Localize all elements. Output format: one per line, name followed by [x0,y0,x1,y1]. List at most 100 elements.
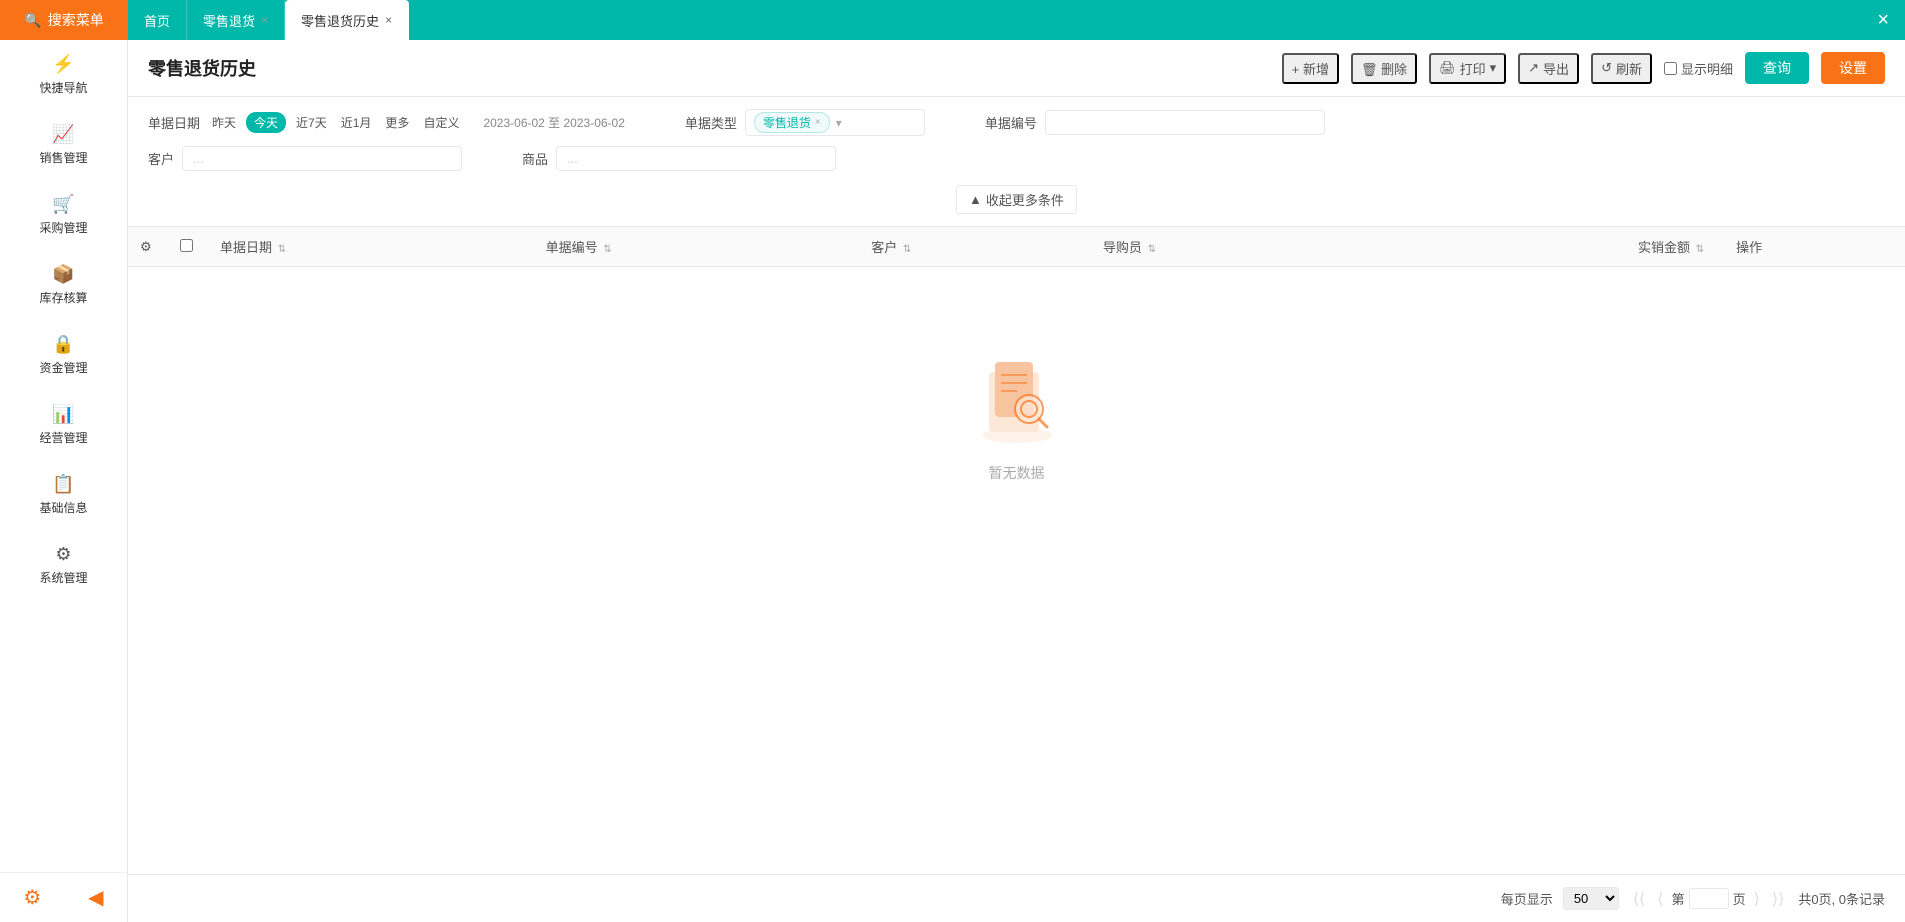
doc-no-filter: 单据编号 [985,110,1325,135]
goods-input[interactable]: ... [556,146,836,171]
sidebar-item-label-purchase: 采购管理 [39,219,87,236]
sidebar-item-quick-nav[interactable]: ⚡ 快捷导航 [0,40,127,110]
tab-retail-return-close[interactable]: × [261,13,268,27]
sidebar-item-label-sales: 销售管理 [39,149,87,166]
sys-mgmt-icon: ⚙ [55,544,71,565]
tab-home[interactable]: 首页 [128,0,187,40]
display-switch[interactable]: 显示明细 [1664,59,1733,78]
refresh-button[interactable]: ↺ 刷新 [1591,53,1652,84]
sidebar-item-label-capital: 资金管理 [39,359,87,376]
doc-type-filter: 单据类型 零售退货 × ▾ [685,109,925,136]
sidebar-item-purchase-mgmt[interactable]: 🛒 采购管理 [0,180,127,250]
date-opt-1month[interactable]: 近1月 [337,112,376,133]
th-doc-no[interactable]: 单据编号 ⇅ [534,227,860,267]
th-guide[interactable]: 导购员 ⇅ [1091,227,1370,267]
doc-type-input[interactable]: 零售退货 × ▾ [745,109,925,136]
date-range-display: 2023-06-02 至 2023-06-02 [483,114,624,131]
filter-row-1: 单据日期 昨天 今天 近7天 近1月 更多 自定义 2023-06-02 至 2… [148,109,1885,136]
page-label: 第 [1672,889,1685,908]
th-customer[interactable]: 客户 ⇅ [859,227,1091,267]
page-last-btn[interactable]: ⟩⟩ [1768,889,1788,909]
th-checkbox[interactable] [168,227,208,267]
th-doc-no-label: 单据编号 [546,240,598,255]
doc-type-label: 单据类型 [685,113,737,132]
sort-customer-icon: ⇅ [903,244,911,255]
capital-mgmt-icon: 🔒 [52,334,74,355]
page-input[interactable]: 1 [1689,888,1729,909]
sidebar-settings-icon[interactable]: ⚙ [23,885,41,910]
sidebar-item-label-basic: 基础信息 [39,499,87,516]
settings-icon[interactable]: ⚙ [140,239,152,254]
sidebar-item-sales-mgmt[interactable]: 📈 销售管理 [0,110,127,180]
th-amount[interactable]: 实销金额 ⇅ [1369,227,1724,267]
customer-input[interactable]: ... [182,146,462,171]
th-action: 操作 [1724,227,1905,267]
th-doc-date[interactable]: 单据日期 ⇅ [208,227,534,267]
content-area: 零售退货历史 + 新增 🗑 删除 🖨 打印 ▾ ↗ 导出 ↺ 刷新 [128,40,1905,922]
delete-button[interactable]: 🗑 删除 [1351,53,1417,84]
print-button[interactable]: 🖨 打印 ▾ [1429,53,1506,84]
page-suffix: 页 [1733,889,1746,908]
sort-doc-no-icon: ⇅ [603,244,611,255]
total-info: 共0页, 0条记录 [1798,889,1885,908]
date-opt-today[interactable]: 今天 [246,112,286,133]
th-guide-label: 导购员 [1103,240,1142,255]
tab-retail-return-history[interactable]: 零售退货历史 × [285,0,409,40]
date-opt-more[interactable]: 更多 [381,112,413,133]
date-opt-custom[interactable]: 自定义 [419,112,463,133]
sidebar-item-sys-mgmt[interactable]: ⚙ 系统管理 [0,530,127,600]
purchase-mgmt-icon: 🛒 [52,194,74,215]
th-settings[interactable]: ⚙ [128,227,168,267]
collapse-filter-btn[interactable]: ▲ 收起更多条件 [956,185,1077,214]
page-first-btn[interactable]: ⟨⟨ [1629,889,1649,909]
doc-type-tag-close[interactable]: × [815,117,821,128]
select-all-checkbox[interactable] [180,239,193,252]
goods-filter: 商品 ... [522,146,836,171]
page-nav: ⟨⟨ ⟨ 第 1 页 ⟩ ⟩⟩ [1629,888,1789,909]
search-menu-label: 搜索菜单 [48,10,104,30]
sales-mgmt-icon: 📈 [52,124,74,145]
set-button[interactable]: 设置 [1821,52,1885,84]
display-switch-checkbox[interactable] [1664,62,1677,75]
doc-type-tag: 零售退货 × [754,112,830,133]
export-button[interactable]: ↗ 导出 [1518,53,1579,84]
add-button[interactable]: + 新增 [1282,53,1339,84]
pagination: 每页显示 10 20 50 100 ⟨⟨ ⟨ 第 1 页 ⟩ ⟩⟩ 共0页, 0… [128,874,1905,922]
date-filter: 单据日期 昨天 今天 近7天 近1月 更多 自定义 [148,112,463,133]
sidebar-item-ops-mgmt[interactable]: 📊 经营管理 [0,390,127,460]
window-close-btn[interactable]: × [1877,9,1889,31]
sidebar-item-inventory[interactable]: 📦 库存核算 [0,250,127,320]
per-page-label: 每页显示 [1501,889,1553,908]
search-menu-btn[interactable]: 🔍 搜索菜单 [0,0,128,40]
page-header: 零售退货历史 + 新增 🗑 删除 🖨 打印 ▾ ↗ 导出 ↺ 刷新 [128,40,1905,97]
customer-label: 客户 [148,149,174,168]
date-opt-yesterday[interactable]: 昨天 [208,112,240,133]
empty-state: 暂无数据 [128,267,1905,563]
page-next-btn[interactable]: ⟩ [1750,889,1764,909]
query-button[interactable]: 查询 [1745,52,1809,84]
tab-retail-return-history-close[interactable]: × [385,13,392,27]
tab-retail-return[interactable]: 零售退货 × [187,0,285,40]
filter-row-2: 客户 ... 商品 ... [148,146,1885,171]
sidebar-item-basic-info[interactable]: 📋 基础信息 [0,460,127,530]
sidebar: ⚡ 快捷导航 📈 销售管理 🛒 采购管理 📦 库存核算 🔒 资金管理 📊 经营管… [0,40,128,922]
filter-area: 单据日期 昨天 今天 近7天 近1月 更多 自定义 2023-06-02 至 2… [128,97,1905,227]
customer-filter: 客户 ... [148,146,462,171]
th-amount-label: 实销金额 [1638,240,1690,255]
date-range-text: 2023-06-02 至 2023-06-02 [483,114,624,131]
sidebar-item-capital-mgmt[interactable]: 🔒 资金管理 [0,320,127,390]
top-bar: 🔍 搜索菜单 首页 零售退货 × 零售退货历史 × × [0,0,1905,40]
per-page-select[interactable]: 10 20 50 100 [1563,887,1619,910]
header-actions: + 新增 🗑 删除 🖨 打印 ▾ ↗ 导出 ↺ 刷新 显示明细 [1282,52,1885,84]
sidebar-item-label-inventory: 库存核算 [39,289,87,306]
print-icon: 🖨 [1439,60,1456,76]
doc-no-input[interactable] [1045,110,1325,135]
date-opt-7days[interactable]: 近7天 [292,112,331,133]
doc-type-tag-value: 零售退货 [763,114,811,131]
empty-state-text: 暂无数据 [989,463,1045,483]
sort-amount-icon: ⇅ [1696,244,1704,255]
sidebar-collapse-icon[interactable]: ◀ [88,885,103,910]
sort-doc-date-icon: ⇅ [278,244,286,255]
page-prev-btn[interactable]: ⟨ [1653,889,1667,909]
th-action-label: 操作 [1736,240,1762,255]
